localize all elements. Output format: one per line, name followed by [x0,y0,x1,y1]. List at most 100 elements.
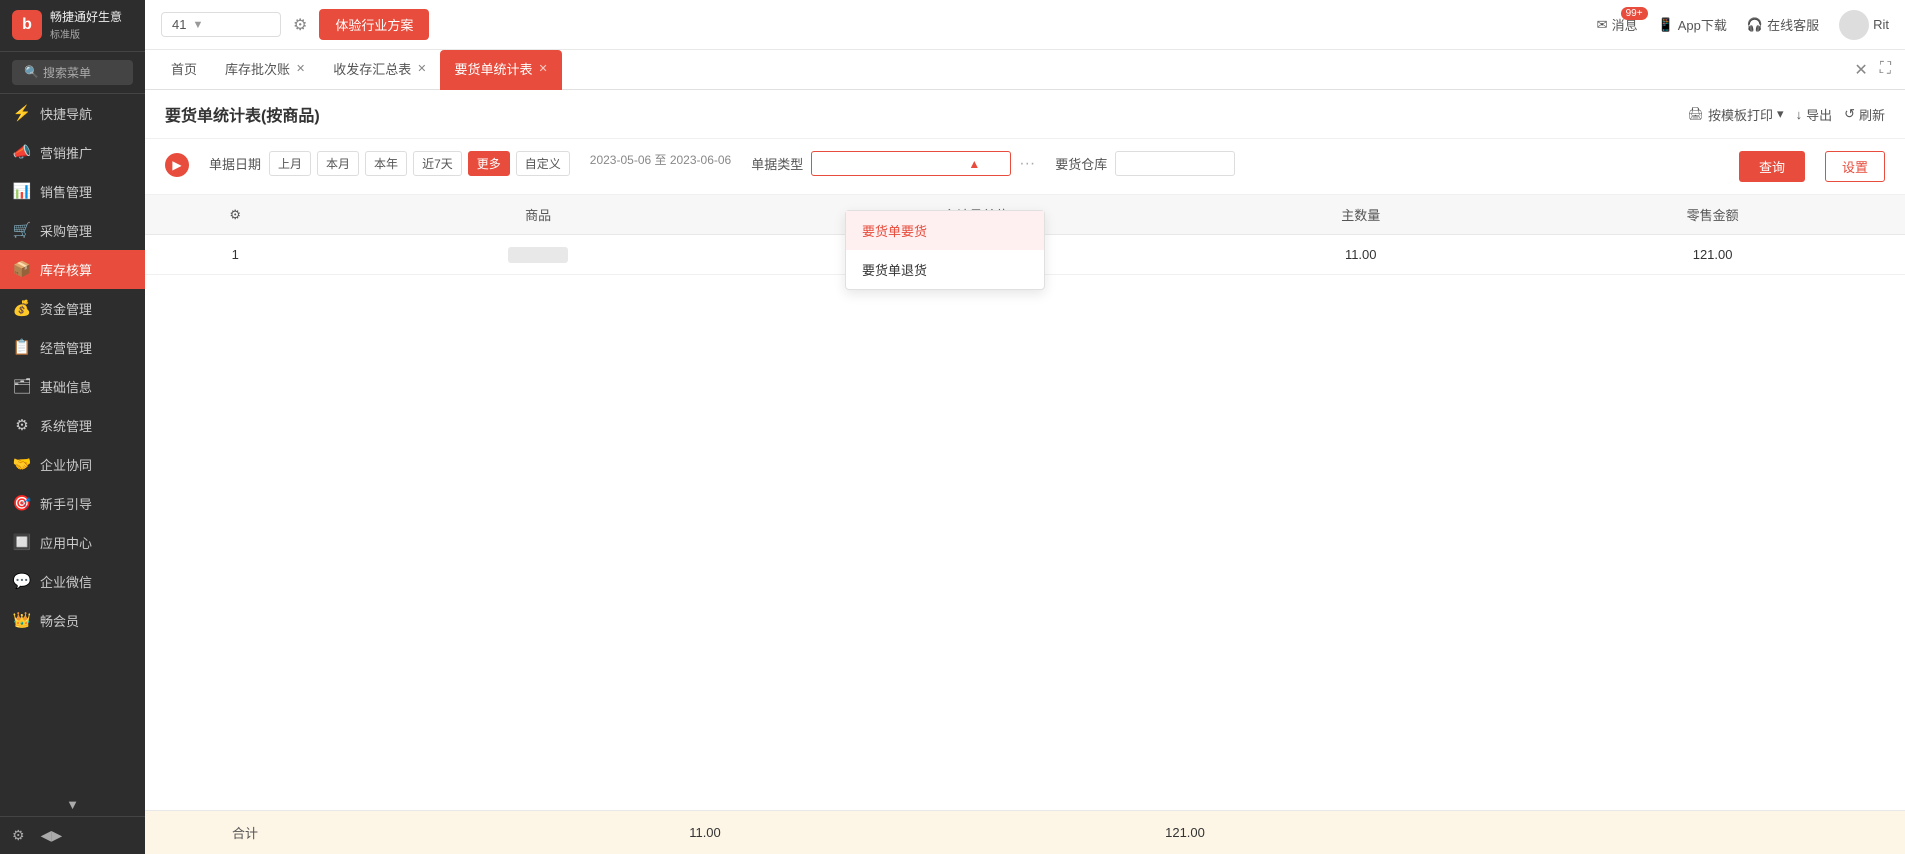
app-sub: 标准版 [50,26,122,41]
system-icon: ⚙ [12,416,32,434]
sidebar-item-enterprise[interactable]: 🤝 企业协同 [0,445,145,484]
doc-type-more-icon[interactable]: ··· [1019,155,1035,173]
user-avatar-area[interactable]: Rit [1839,10,1889,40]
date-more-btn[interactable]: 更多 [468,151,510,176]
quicknav-icon: ⚡ [12,104,32,122]
expand-tabs-btn[interactable]: ⛶ [1878,58,1893,82]
warehouse-label: 要货仓库 [1055,154,1107,173]
messages-btn[interactable]: ✉ 消息 99+ [1597,15,1638,34]
sidebar-label-marketing: 营销推广 [40,143,92,162]
sidebar-item-system[interactable]: ⚙ 系统管理 [0,406,145,445]
query-btn[interactable]: 查询 [1739,151,1805,182]
date-last-month-btn[interactable]: 上月 [269,151,311,176]
sidebar-item-operations[interactable]: 📋 经营管理 [0,328,145,367]
sidebar-item-apps[interactable]: 🔲 应用中心 [0,523,145,562]
sidebar-item-inventory[interactable]: 📦 库存核算 [0,250,145,289]
sidebar-item-finance[interactable]: 💰 资金管理 [0,289,145,328]
tab-order-stats-close[interactable]: ✕ [539,62,548,75]
print-template-btn[interactable]: 🖨 按模板打印 ▾ [1688,105,1784,124]
app-download-label: App下载 [1678,15,1727,34]
date-this-year-btn[interactable]: 本年 [365,151,407,176]
sidebar-item-marketing[interactable]: 📣 营销推广 [0,133,145,172]
store-selector[interactable]: 41 ▼ [161,12,281,37]
col-qty: 主数量 [1201,195,1520,235]
warehouse-filter-group: 要货仓库 [1055,151,1235,176]
member-icon: 👑 [12,611,32,629]
dropdown-item-purchase-order[interactable]: 要货单要货 [846,211,1044,250]
col-settings[interactable]: ⚙ [145,195,325,235]
sidebar-label-quicknav: 快捷导航 [40,104,92,123]
refresh-btn[interactable]: ↺ 刷新 [1844,105,1885,124]
tabs-bar: 首页 库存批次账 ✕ 收发存汇总表 ✕ 要货单统计表 ✕ ✕ ⛶ [145,50,1905,90]
dropdown-item-purchase-return[interactable]: 要货单退货 [846,250,1044,289]
sidebar-item-sales[interactable]: 📊 销售管理 [0,172,145,211]
message-icon: ✉ [1597,17,1608,33]
app-download-btn[interactable]: 📱 App下载 [1658,15,1727,34]
page-header: 要货单统计表(按商品) 🖨 按模板打印 ▾ ↓ 导出 ↺ 刷新 [145,90,1905,139]
tabs-controls: ✕ ⛶ [1852,58,1893,82]
app-logo-icon: b [12,10,42,40]
cell-amount: 121.00 [1520,235,1905,275]
refresh-icon: ↺ [1844,106,1855,122]
tab-collection-summary-label: 收发存汇总表 [333,59,411,78]
doc-type-select[interactable]: ▲ [811,151,1011,176]
page-title: 要货单统计表(按商品) [165,102,320,126]
sidebar-scroll-down[interactable]: ▼ [0,793,145,816]
settings-btn[interactable]: 设置 [1825,151,1885,182]
footer-label: 合计 [145,823,345,842]
online-service-btn[interactable]: 🎧 在线客服 [1747,15,1819,34]
sidebar-nav: ⚡ 快捷导航 📣 营销推广 📊 销售管理 🛒 采购管理 📦 库存核算 💰 资金管… [0,94,145,793]
close-all-tabs-btn[interactable]: ✕ [1852,58,1869,82]
footer-qty: 11.00 [465,825,945,840]
trial-industry-btn[interactable]: 体验行业方案 [319,9,429,40]
sidebar-item-wechat[interactable]: 💬 企业微信 [0,562,145,601]
sidebar-item-basic[interactable]: 🗂 基础信息 [0,367,145,406]
date-filter-label: 单据日期 [209,154,261,173]
doc-type-select-arrow-icon: ▲ [968,157,980,171]
settings-icon[interactable]: ⚙ [12,827,25,844]
date-last-7days-btn[interactable]: 近7天 [413,151,462,176]
marketing-icon: 📣 [12,143,32,161]
sidebar-logo: b 畅捷通好生意 标准版 [0,0,145,52]
tab-collection-summary-close[interactable]: ✕ [417,62,426,75]
print-icon: 🖨 [1688,106,1705,122]
export-btn[interactable]: ↓ 导出 [1796,105,1833,124]
date-custom-btn[interactable]: 自定义 [516,151,570,176]
store-value: 41 [172,17,186,32]
tab-home[interactable]: 首页 [157,50,211,90]
topbar-gear-icon[interactable]: ⚙ [293,15,307,35]
cell-qty: 11.00 [1201,235,1520,275]
app-name: 畅捷通好生意 [50,10,122,26]
sidebar: b 畅捷通好生意 标准版 🔍 搜索菜单 ⚡ 快捷导航 📣 营销推广 📊 销售管理… [0,0,145,854]
tab-collection-summary[interactable]: 收发存汇总表 ✕ [319,50,440,90]
product-name-blurred [508,247,568,263]
search-menu-btn[interactable]: 🔍 搜索菜单 [12,60,133,85]
footer-amount: 121.00 [945,825,1425,840]
sidebar-item-purchase[interactable]: 🛒 采购管理 [0,211,145,250]
date-range-text: 2023-05-06 至 2023-06-06 [590,151,731,168]
guide-icon: 🎯 [12,494,32,512]
enterprise-icon: 🤝 [12,455,32,473]
sidebar-label-basic: 基础信息 [40,377,92,396]
date-filter-group: 单据日期 上月 本月 本年 近7天 更多 自定义 [209,151,570,176]
service-icon: 🎧 [1747,17,1763,33]
date-this-month-btn[interactable]: 本月 [317,151,359,176]
page-content: 要货单统计表(按商品) 🖨 按模板打印 ▾ ↓ 导出 ↺ 刷新 [145,90,1905,854]
sidebar-item-guide[interactable]: 🎯 新手引导 [0,484,145,523]
sidebar-label-member: 畅会员 [40,611,79,630]
username-label: Rit [1873,17,1889,32]
date-filter-options: 上月 本月 本年 近7天 更多 自定义 [269,151,570,176]
tab-order-stats[interactable]: 要货单统计表 ✕ [440,50,561,90]
page-header-actions: 🖨 按模板打印 ▾ ↓ 导出 ↺ 刷新 [1688,105,1886,124]
tab-inventory-batch-close[interactable]: ✕ [296,62,305,75]
cell-seq: 1 [145,235,325,275]
sidebar-collapse-btn[interactable]: ◀▶ [41,827,63,844]
sidebar-item-quicknav[interactable]: ⚡ 快捷导航 [0,94,145,133]
date-range-display: 2023-05-06 至 2023-06-06 [590,151,731,168]
sidebar-search-area[interactable]: 🔍 搜索菜单 [0,52,145,94]
finance-icon: 💰 [12,299,32,317]
filter-expand-btn[interactable]: ▶ [165,153,189,177]
tab-inventory-batch[interactable]: 库存批次账 ✕ [211,50,319,90]
sidebar-item-member[interactable]: 👑 畅会员 [0,601,145,640]
warehouse-select[interactable] [1115,151,1235,176]
